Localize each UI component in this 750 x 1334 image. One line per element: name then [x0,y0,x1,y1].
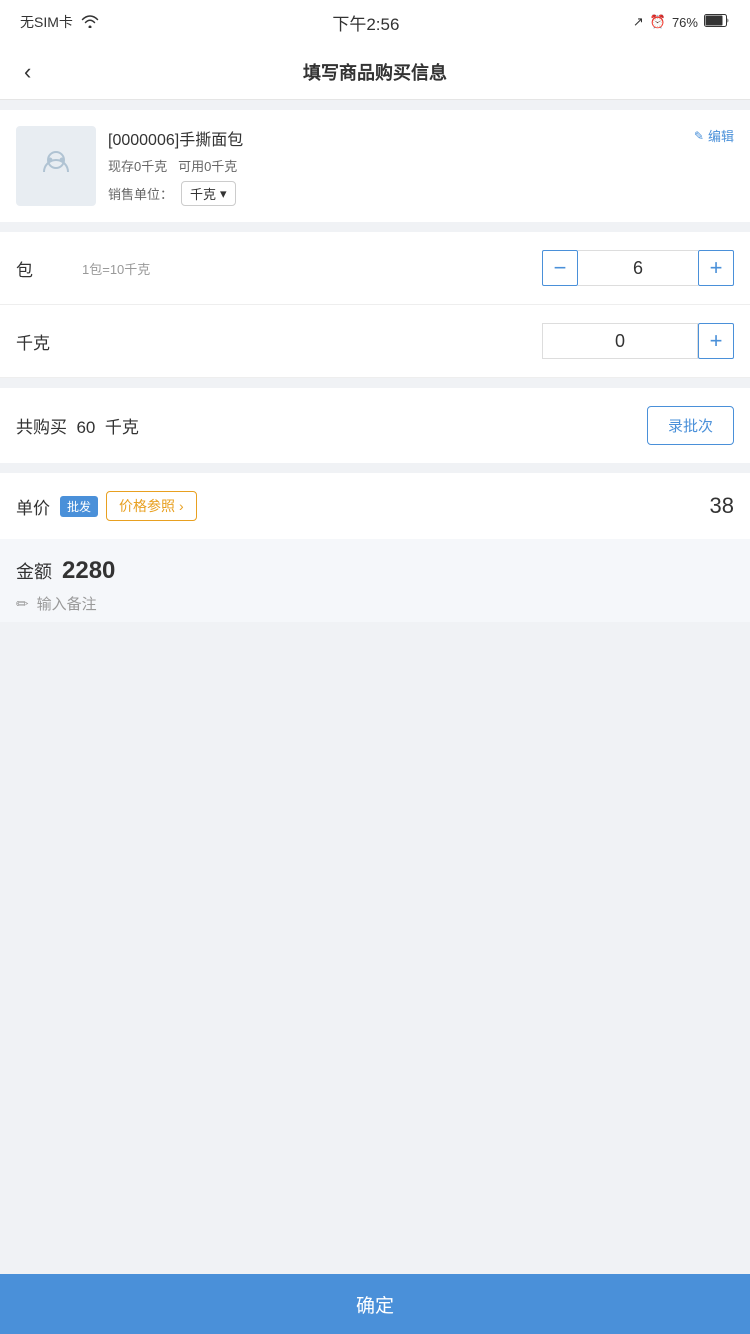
remark-row[interactable]: ✏ 输入备注 [16,593,734,614]
batch-button[interactable]: 录批次 [647,406,734,445]
bag-decrement-button[interactable]: − [542,250,578,286]
input-section: 包 1包=10千克 − + 千克 + [0,232,750,378]
status-right: ↗ ⏰ 76% [633,14,730,30]
bag-qty-input[interactable] [578,250,698,286]
bag-increment-button[interactable]: + [698,250,734,286]
edit-button[interactable]: ✎ 编辑 [694,126,734,145]
summary-text: 共购买 60 千克 [16,413,139,438]
kg-row: 千克 + [0,305,750,378]
bag-label: 包 [16,256,76,281]
price-value: 38 [710,493,734,519]
kg-label: 千克 [16,329,76,354]
price-badge: 批发 [60,496,98,517]
status-time: 下午2:56 [332,10,399,35]
confirm-button[interactable]: 确定 [0,1274,750,1334]
nav-bar: ‹ 填写商品购买信息 [0,44,750,100]
battery-icon [704,14,730,30]
status-bar: 无SIM卡 下午2:56 ↗ ⏰ 76% [0,0,750,44]
status-left: 无SIM卡 [20,12,99,32]
back-button[interactable]: ‹ [16,51,39,93]
kg-qty-input[interactable] [542,323,698,359]
product-info: [0000006]手撕面包 ✎ 编辑 现存0千克 可用0千克 销售单位： 千克 … [108,126,734,206]
wifi-icon [81,14,99,31]
battery-text: 76% [672,15,698,30]
product-card: [0000006]手撕面包 ✎ 编辑 现存0千克 可用0千克 销售单位： 千克 … [0,110,750,222]
unit-select[interactable]: 千克 ▾ [181,181,236,206]
page-title: 填写商品购买信息 [303,59,447,85]
price-ref-button[interactable]: 价格参照 › [106,491,197,521]
alarm-icon: ⏰ [650,14,666,30]
product-unit-row: 销售单位： 千克 ▾ [108,181,734,206]
amount-value: 2280 [62,557,115,585]
bag-sublabel: 1包=10千克 [82,259,542,278]
remark-icon: ✏ [16,595,29,613]
summary-row: 共购买 60 千克 录批次 [0,388,750,463]
product-stock: 现存0千克 可用0千克 [108,156,734,175]
bag-row: 包 1包=10千克 − + [0,232,750,305]
kg-increment-button[interactable]: + [698,323,734,359]
amount-section: 金额 2280 ✏ 输入备注 [0,539,750,622]
product-name: [0000006]手撕面包 [108,126,243,150]
amount-row: 金额 2280 [16,557,734,585]
location-icon: ↗ [633,14,644,30]
bottom-area [0,622,750,942]
price-label: 单价 [16,494,50,519]
product-image [16,126,96,206]
price-section: 单价 批发 价格参照 › 38 [0,473,750,539]
remark-placeholder[interactable]: 输入备注 [37,593,97,614]
bag-qty-control: − + [542,250,734,286]
carrier-text: 无SIM卡 [20,12,73,32]
amount-label: 金额 [16,558,52,584]
kg-qty-control: + [542,323,734,359]
